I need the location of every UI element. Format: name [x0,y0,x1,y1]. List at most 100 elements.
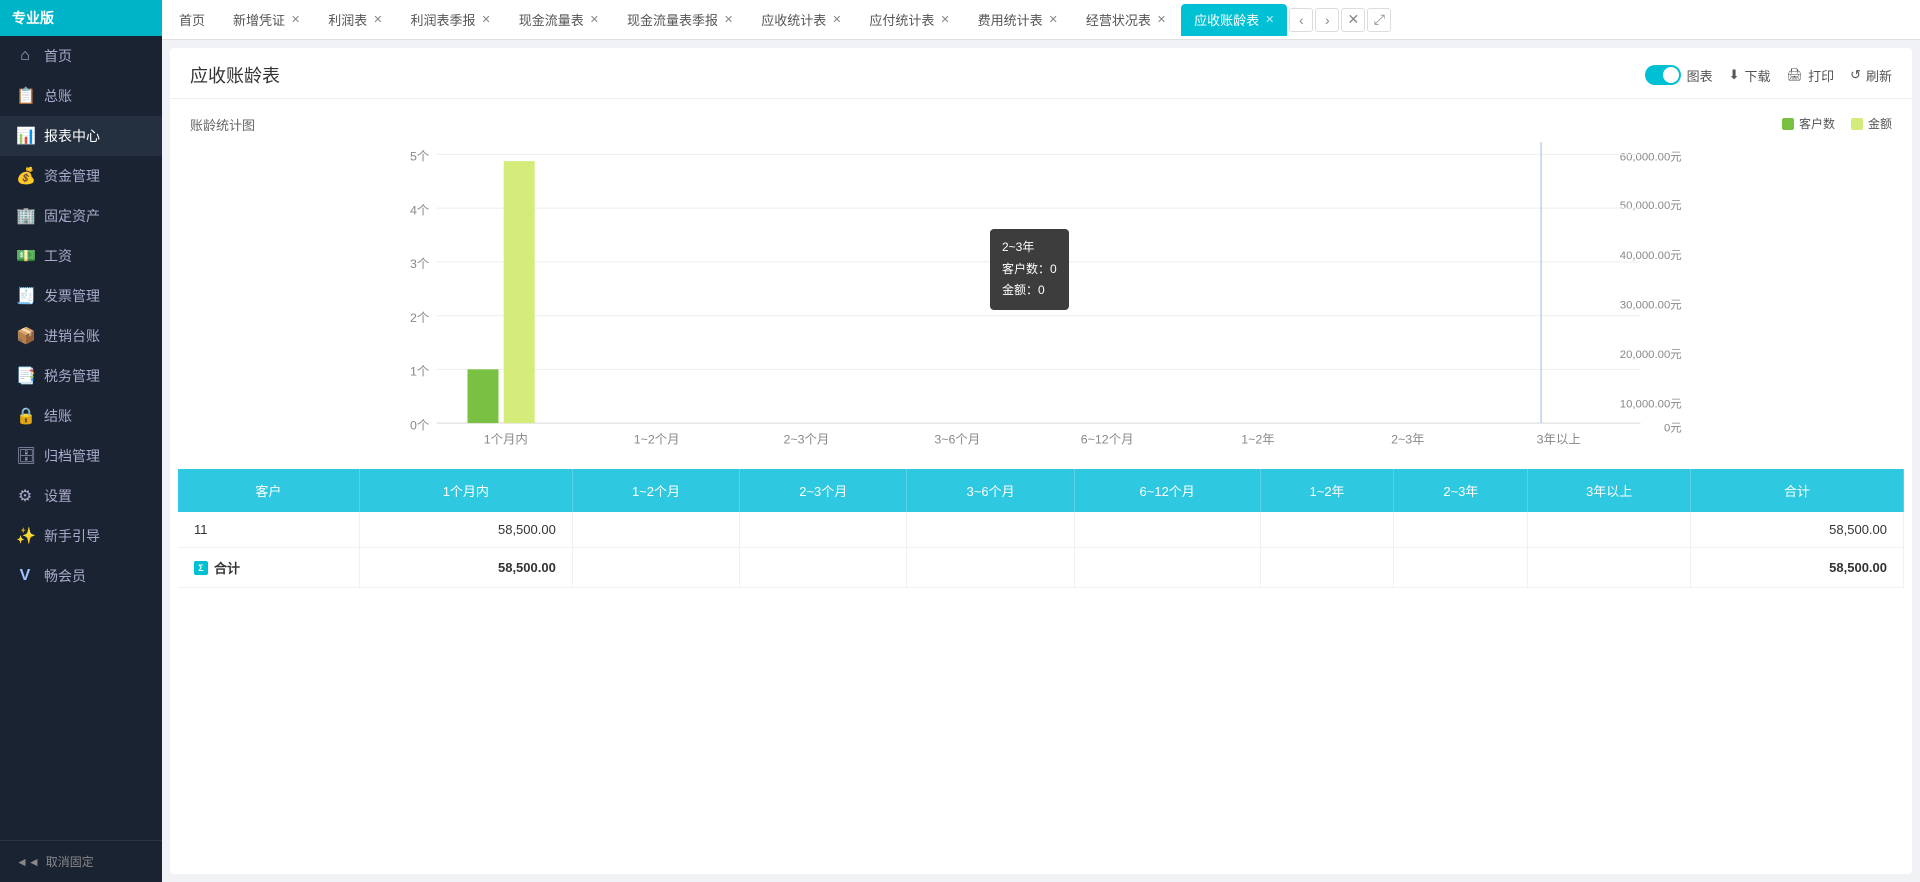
sidebar-item-label: 首页 [44,46,72,66]
total-year23 [1394,548,1528,588]
tab-cashflow[interactable]: 现金流量表 ✕ [506,4,612,36]
refresh-button[interactable]: ↺ 刷新 [1850,66,1892,85]
total-text: 合计 [214,558,240,577]
svg-text:3~6个月: 3~6个月 [934,433,980,447]
tab-nav-prev[interactable]: ‹ [1289,8,1313,32]
sidebar-item-guide[interactable]: ✨ 新手引导 [0,516,162,556]
tab-label: 利润表季报 [410,10,475,29]
svg-text:6~12个月: 6~12个月 [1081,433,1134,447]
sidebar-item-settings[interactable]: ⚙ 设置 [0,476,162,516]
svg-text:0元: 0元 [1664,422,1682,434]
tab-home[interactable]: 首页 [166,4,218,36]
cell-year12 [1260,512,1394,548]
close-icon[interactable]: ✕ [940,13,949,26]
legend-color-customer [1782,118,1794,130]
sidebar-item-label: 工资 [44,246,72,266]
sidebar-item-label: 进销台账 [44,326,100,346]
tab-expand[interactable]: ⤢ [1367,8,1391,32]
sidebar-unpin-button[interactable]: ◄◄ 取消固定 [0,840,162,882]
chart-toggle[interactable]: 图表 [1645,65,1713,85]
tab-ar-stats[interactable]: 应收统计表 ✕ [748,4,854,36]
refresh-label: 刷新 [1866,66,1892,85]
sidebar-item-tax[interactable]: 📑 税务管理 [0,356,162,396]
tab-profit[interactable]: 利润表 ✕ [315,4,395,36]
table-total-row: Σ 合计 58,500.00 58,500.00 [178,548,1904,588]
close-icon[interactable]: ✕ [724,13,733,26]
tab-business-status[interactable]: 经营状况表 ✕ [1073,4,1179,36]
svg-text:2~3年: 2~3年 [1391,433,1424,447]
toggle-track[interactable] [1645,65,1681,85]
invoice-icon: 🧾 [16,286,34,306]
sidebar-item-payroll[interactable]: 💵 工资 [0,236,162,276]
close-icon[interactable]: ✕ [1265,13,1274,26]
table-row: 11 58,500.00 58,500.00 [178,512,1904,548]
col-header-month36: 3~6个月 [907,469,1074,512]
sidebar-item-label: 总账 [44,86,72,106]
download-label: 下载 [1745,66,1771,85]
legend-customer-count: 客户数 [1782,115,1835,132]
cell-month12 [572,512,739,548]
tab-label: 应付统计表 [869,10,934,29]
cell-total-label: Σ 合计 [178,548,359,588]
close-icon[interactable]: ✕ [482,13,491,26]
col-header-year3plus: 3年以上 [1528,469,1691,512]
svg-text:10,000.00元: 10,000.00元 [1620,399,1682,411]
refresh-icon: ↺ [1850,67,1861,83]
aging-table: 客户 1个月内 1~2个月 2~3个月 3~6个月 6~12个月 1~2年 2~… [178,469,1904,588]
stock-icon: 📦 [16,326,34,346]
col-header-year12: 1~2年 [1260,469,1394,512]
col-header-month23: 2~3个月 [740,469,907,512]
close-icon[interactable]: ✕ [832,13,841,26]
tab-bar: 首页 新增凭证 ✕ 利润表 ✕ 利润表季报 ✕ 现金流量表 ✕ 现金流量表季报 … [162,0,1920,40]
chart-title: 账龄统计图 [190,115,1892,134]
tab-profit-quarterly[interactable]: 利润表季报 ✕ [397,4,503,36]
sidebar: 专业版 ⌂ 首页 📋 总账 📊 报表中心 💰 资金管理 🏢 固定资产 💵 工资 … [0,0,162,882]
tab-nav-next[interactable]: › [1315,8,1339,32]
reports-icon: 📊 [16,126,34,146]
close-icon[interactable]: ✕ [590,13,599,26]
toggle-label: 图表 [1687,66,1713,85]
guide-icon: ✨ [16,526,34,546]
sidebar-item-home[interactable]: ⌂ 首页 [0,36,162,76]
sidebar-item-close[interactable]: 🔒 结账 [0,396,162,436]
tab-home-label: 首页 [179,10,205,29]
close-icon[interactable]: ✕ [373,13,382,26]
sidebar-item-label: 新手引导 [44,526,100,546]
tab-close-all[interactable]: ✕ [1341,8,1365,32]
sidebar-item-archive[interactable]: 🗄 归档管理 [0,436,162,476]
sidebar-item-vip[interactable]: V 畅会员 [0,556,162,596]
svg-text:3年以上: 3年以上 [1537,433,1581,447]
sidebar-item-ledger[interactable]: 📋 总账 [0,76,162,116]
download-button[interactable]: ⬇ 下载 [1729,66,1771,85]
sidebar-bottom-label: 取消固定 [46,853,94,870]
bar-customer-1 [468,369,499,423]
close-icon[interactable]: ✕ [291,13,300,26]
sidebar-item-label: 发票管理 [44,286,100,306]
tab-cashflow-quarterly[interactable]: 现金流量表季报 ✕ [614,4,746,36]
tab-new-voucher[interactable]: 新增凭证 ✕ [220,4,313,36]
table-area: 客户 1个月内 1~2个月 2~3个月 3~6个月 6~12个月 1~2年 2~… [170,469,1912,604]
tab-ap-stats[interactable]: 应付统计表 ✕ [856,4,962,36]
sidebar-item-stock[interactable]: 📦 进销台账 [0,316,162,356]
total-icon: Σ [194,561,208,575]
print-button[interactable]: 🖨 打印 [1787,66,1835,85]
sidebar-item-funds[interactable]: 💰 资金管理 [0,156,162,196]
main-content: 首页 新增凭证 ✕ 利润表 ✕ 利润表季报 ✕ 现金流量表 ✕ 现金流量表季报 … [162,0,1920,882]
print-icon: 🖨 [1787,67,1804,83]
sidebar-item-label: 设置 [44,486,72,506]
cell-year3plus [1528,512,1691,548]
close-icon[interactable]: ✕ [1157,13,1166,26]
cell-month612 [1074,512,1260,548]
close-icon[interactable]: ✕ [1049,13,1058,26]
sidebar-item-invoice[interactable]: 🧾 发票管理 [0,276,162,316]
tab-expense-stats[interactable]: 费用统计表 ✕ [965,4,1071,36]
total-year3plus [1528,548,1691,588]
svg-text:50,000.00元: 50,000.00元 [1620,200,1682,212]
svg-text:1~2个月: 1~2个月 [634,433,680,447]
tab-ar-aging[interactable]: 应收账龄表 ✕ [1181,4,1287,36]
total-label-container: Σ 合计 [194,558,351,577]
settings-icon: ⚙ [16,486,34,506]
sidebar-item-assets[interactable]: 🏢 固定资产 [0,196,162,236]
sidebar-item-label: 税务管理 [44,366,100,386]
sidebar-item-reports[interactable]: 📊 报表中心 [0,116,162,156]
